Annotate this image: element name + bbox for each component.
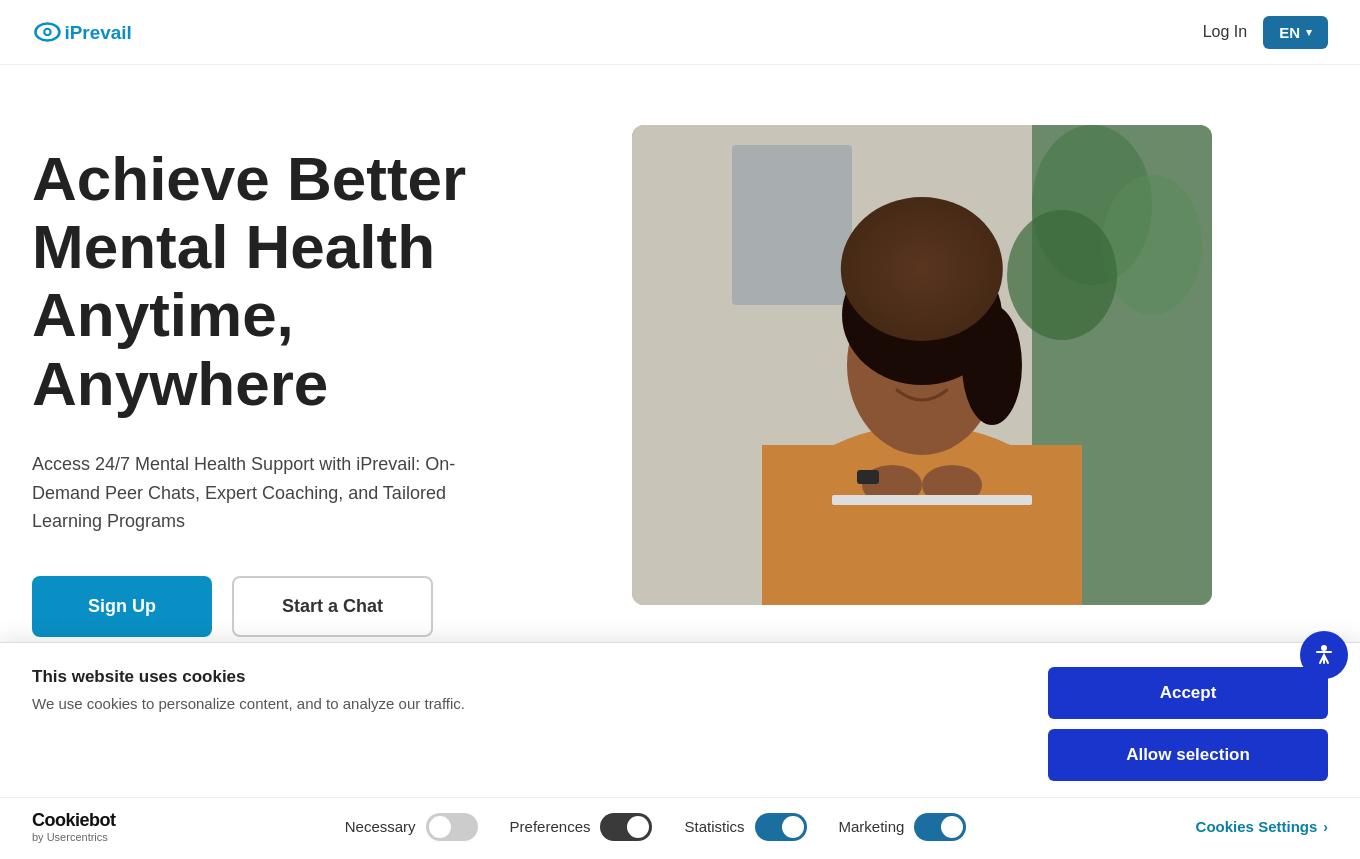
cookie-title: This website uses cookies [32,667,1024,677]
signup-button[interactable]: Sign Up [32,576,212,637]
accessibility-button[interactable] [1300,631,1348,677]
lang-label: EN [1279,24,1300,41]
hero-buttons: Sign Up Start a Chat [32,576,592,637]
hero-image [632,125,1212,605]
hero-description: Access 24/7 Mental Health Support with i… [32,450,512,536]
accept-button[interactable]: Accept [1048,667,1328,677]
language-button[interactable]: EN ▾ [1263,16,1328,49]
svg-text:iPrevail: iPrevail [65,22,132,43]
svg-rect-9 [732,145,852,305]
svg-point-8 [1007,210,1117,340]
header: iPrevail Log In EN ▾ [0,0,1360,65]
svg-rect-18 [857,470,879,484]
svg-point-14 [962,305,1022,425]
hero-title: Achieve Better Mental Health Anytime, An… [32,145,592,418]
login-link[interactable]: Log In [1203,23,1247,41]
svg-point-2 [45,30,49,34]
hero-photo [632,125,1212,605]
chevron-down-icon: ▾ [1306,26,1312,39]
hero-section: Achieve Better Mental Health Anytime, An… [0,65,1360,677]
cookie-banner: This website uses cookies We use cookies… [0,642,1360,677]
svg-rect-17 [832,495,1032,505]
svg-point-7 [1102,175,1202,315]
cookie-top: This website uses cookies We use cookies… [0,643,1360,677]
start-chat-button[interactable]: Start a Chat [232,576,433,637]
svg-rect-11 [762,445,1082,605]
header-right: Log In EN ▾ [1203,16,1328,49]
svg-point-19 [1321,645,1327,651]
hero-content: Achieve Better Mental Health Anytime, An… [32,125,592,637]
cookie-text-area: This website uses cookies We use cookies… [32,667,1024,677]
cookie-buttons: Accept Allow selection [1048,667,1328,677]
logo[interactable]: iPrevail [32,12,152,52]
